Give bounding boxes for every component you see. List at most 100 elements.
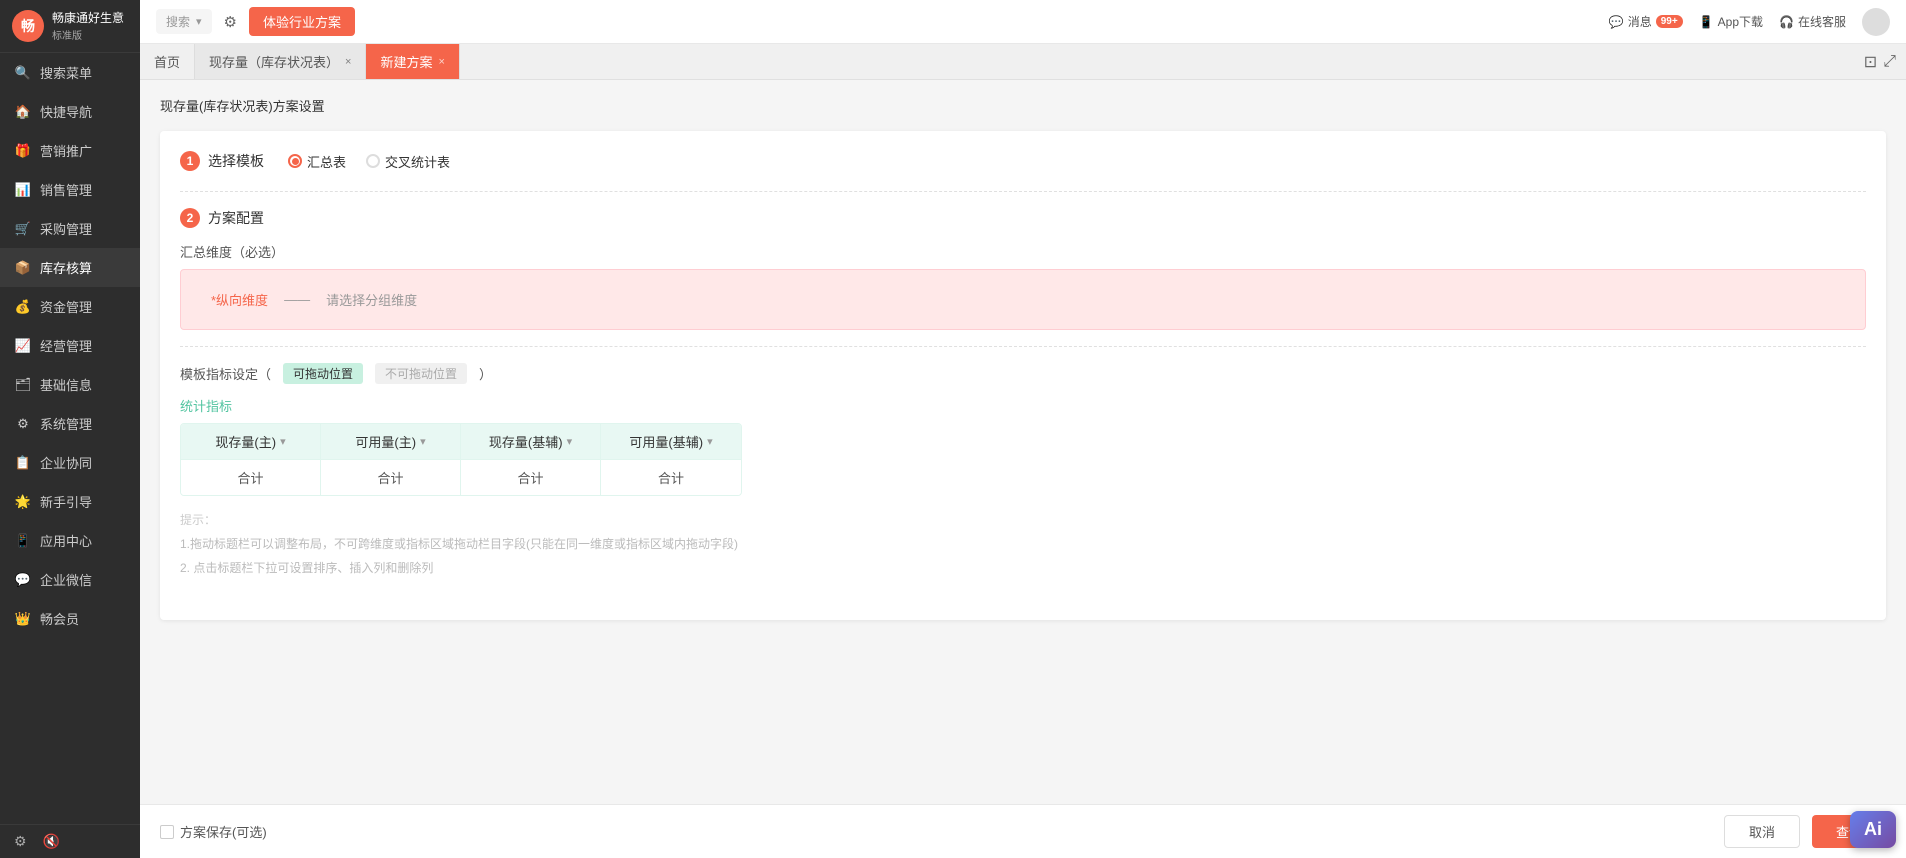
tips-section: 提示： 1.拖动标题栏可以调整布局，不可跨维度或指标区域拖动栏目字段(只能在同一…	[180, 508, 1866, 580]
maximize-icon[interactable]: ⤢	[1883, 53, 1896, 71]
search-bar[interactable]: 搜索 ▾	[156, 9, 212, 34]
cancel-button[interactable]: 取消	[1724, 815, 1800, 848]
messages-badge: 99+	[1656, 15, 1683, 28]
download-icon: 📱	[1699, 15, 1714, 29]
radio-cross[interactable]: 交叉统计表	[366, 152, 450, 171]
indicator-setting-row: 模板指标设定（ 可拖动位置 不可拖动位置 ）	[180, 363, 1866, 384]
section2-title: 方案配置	[208, 208, 264, 228]
contract-icon: 📋	[14, 454, 32, 472]
dimension-required-label: 汇总维度（必选）	[180, 242, 1866, 261]
sidebar-item-wechat[interactable]: 💬 企业微信	[0, 560, 140, 599]
stats-table: 现存量(主) ▾ 可用量(主) ▾ 现存量(基辅) ▾ 可用量(基辅)	[180, 423, 742, 496]
sidebar-item-contracts[interactable]: 📋 企业协同	[0, 443, 140, 482]
dimension-placeholder: 请选择分组维度	[326, 290, 417, 309]
sidebar-item-basic[interactable]: 🗂 基础信息	[0, 365, 140, 404]
radio-summary-circle	[288, 154, 302, 168]
section2-num: 2	[180, 208, 200, 228]
sidebar-item-inventory[interactable]: 📦 库存核算	[0, 248, 140, 287]
section-divider-1	[180, 191, 1866, 192]
trend-icon: 📈	[14, 337, 32, 355]
ai-badge[interactable]: Ai	[1850, 811, 1896, 848]
online-service-btn[interactable]: 🎧 在线客服	[1779, 13, 1846, 30]
sidebar: 畅 畅康通好生意 标准版 🔍 搜索菜单 🏠 快捷导航 🎁 营销推广 📊 销售管理…	[0, 0, 140, 858]
sidebar-item-members[interactable]: 👑 畅会员	[0, 599, 140, 638]
sidebar-item-quick-nav[interactable]: 🏠 快捷导航	[0, 92, 140, 131]
sidebar-item-sales[interactable]: 📊 销售管理	[0, 170, 140, 209]
tab-new-plan-close-icon[interactable]: ×	[438, 56, 444, 68]
star-icon: 🌟	[14, 493, 32, 511]
tab-inventory-status[interactable]: 现存量（库存状况表） ×	[195, 44, 366, 79]
stats-col-header-4[interactable]: 可用量(基辅) ▾	[601, 424, 741, 459]
sidebar-item-marketing[interactable]: 🎁 营销推广	[0, 131, 140, 170]
tab-home[interactable]: 首页	[140, 44, 195, 79]
minimize-icon[interactable]: ⊡	[1864, 52, 1877, 72]
wechat-icon: 💬	[14, 571, 32, 589]
money-icon: 💰	[14, 298, 32, 316]
sidebar-item-system[interactable]: ⚙ 系统管理	[0, 404, 140, 443]
topbar-right: 💬 消息 99+ 📱 App下载 🎧 在线客服	[1609, 8, 1890, 36]
radio-summary[interactable]: 汇总表	[288, 152, 346, 171]
app-logo: 畅 畅康通好生意 标准版	[0, 0, 140, 53]
tips-title: 提示：	[180, 513, 216, 527]
sidebar-bottom: ⚙ 🔇	[0, 824, 140, 858]
tab-expand: ⊡ ⤢	[1854, 52, 1906, 72]
tab-inventory-close-icon[interactable]: ×	[345, 56, 351, 68]
col1-dropdown-icon[interactable]: ▾	[280, 435, 286, 448]
indicator-setting-prefix: 模板指标设定（	[180, 364, 271, 383]
section-divider-2	[180, 346, 1866, 347]
search-icon: 🔍	[14, 64, 32, 82]
messages-btn[interactable]: 💬 消息 99+	[1609, 13, 1683, 30]
section2-header: 2 方案配置	[180, 208, 1866, 228]
save-checkbox[interactable]	[160, 825, 174, 839]
section-config: 2 方案配置 汇总维度（必选） *纵向维度 —— 请选择分组维度 模板指标设定（…	[180, 208, 1866, 580]
stats-table-header: 现存量(主) ▾ 可用量(主) ▾ 现存量(基辅) ▾ 可用量(基辅)	[181, 424, 741, 459]
col4-header-label: 可用量(基辅)	[629, 432, 703, 451]
sidebar-item-guide[interactable]: 🌟 新手引导	[0, 482, 140, 521]
logo-icon: 畅	[12, 10, 44, 42]
sidebar-item-search[interactable]: 🔍 搜索菜单	[0, 53, 140, 92]
crown-icon: 👑	[14, 610, 32, 628]
sidebar-item-finance[interactable]: 💰 资金管理	[0, 287, 140, 326]
app-download-btn[interactable]: 📱 App下载	[1699, 13, 1763, 30]
trial-btn[interactable]: 体验行业方案	[249, 7, 355, 36]
settings-icon[interactable]: ⚙	[14, 833, 27, 850]
section-template: 1 选择模板 汇总表 交叉统计表	[180, 151, 1866, 171]
stats-col-body-4: 合计	[601, 460, 741, 495]
headset-icon: 🎧	[1779, 15, 1794, 29]
sidebar-item-operations[interactable]: 📈 经营管理	[0, 326, 140, 365]
col2-dropdown-icon[interactable]: ▾	[420, 435, 426, 448]
col2-header-label: 可用量(主)	[355, 432, 416, 451]
stats-col-body-1: 合计	[181, 460, 321, 495]
tab-new-plan[interactable]: 新建方案 ×	[366, 44, 459, 79]
home-icon: 🏠	[14, 103, 32, 121]
settings-card: 1 选择模板 汇总表 交叉统计表	[160, 131, 1886, 620]
stats-col-header-2[interactable]: 可用量(主) ▾	[321, 424, 461, 459]
search-chevron-icon: ▾	[196, 15, 202, 28]
topbar-gear-icon[interactable]: ⚙	[224, 13, 237, 31]
stats-label: 统计指标	[180, 396, 1866, 415]
sidebar-nav: 🔍 搜索菜单 🏠 快捷导航 🎁 营销推广 📊 销售管理 🛒 采购管理 📦 库存核…	[0, 53, 140, 824]
stats-table-body: 合计 合计 合计 合计	[181, 459, 741, 495]
draggable-tag: 可拖动位置	[283, 363, 363, 384]
tips-item2: 2. 点击标题栏下拉可设置排序、插入列和删除列	[180, 556, 1866, 580]
stats-col-body-2: 合计	[321, 460, 461, 495]
section1-title: 选择模板	[208, 151, 264, 171]
sound-icon[interactable]: 🔇	[43, 833, 60, 850]
tabs-bar: 首页 现存量（库存状况表） × 新建方案 × ⊡ ⤢	[140, 44, 1906, 80]
topbar: 搜索 ▾ ⚙ 体验行业方案 💬 消息 99+ 📱 App下载 🎧 在线客服	[140, 0, 1906, 44]
col3-sum: 合计	[517, 468, 543, 487]
page-title: 现存量(库存状况表)方案设置	[160, 96, 1886, 115]
sidebar-item-purchase[interactable]: 🛒 采购管理	[0, 209, 140, 248]
sidebar-item-apps[interactable]: 📱 应用中心	[0, 521, 140, 560]
col3-dropdown-icon[interactable]: ▾	[567, 435, 573, 448]
indicator-setting-suffix: ）	[479, 364, 492, 383]
dimension-area[interactable]: *纵向维度 —— 请选择分组维度	[180, 269, 1866, 330]
user-avatar[interactable]	[1862, 8, 1890, 36]
folder-icon: 🗂	[14, 376, 32, 394]
col4-dropdown-icon[interactable]: ▾	[707, 435, 713, 448]
stats-col-header-3[interactable]: 现存量(基辅) ▾	[461, 424, 601, 459]
save-option-label: 方案保存(可选)	[180, 822, 267, 841]
gift-icon: 🎁	[14, 142, 32, 160]
stats-col-header-1[interactable]: 现存量(主) ▾	[181, 424, 321, 459]
non-draggable-tag: 不可拖动位置	[375, 363, 467, 384]
